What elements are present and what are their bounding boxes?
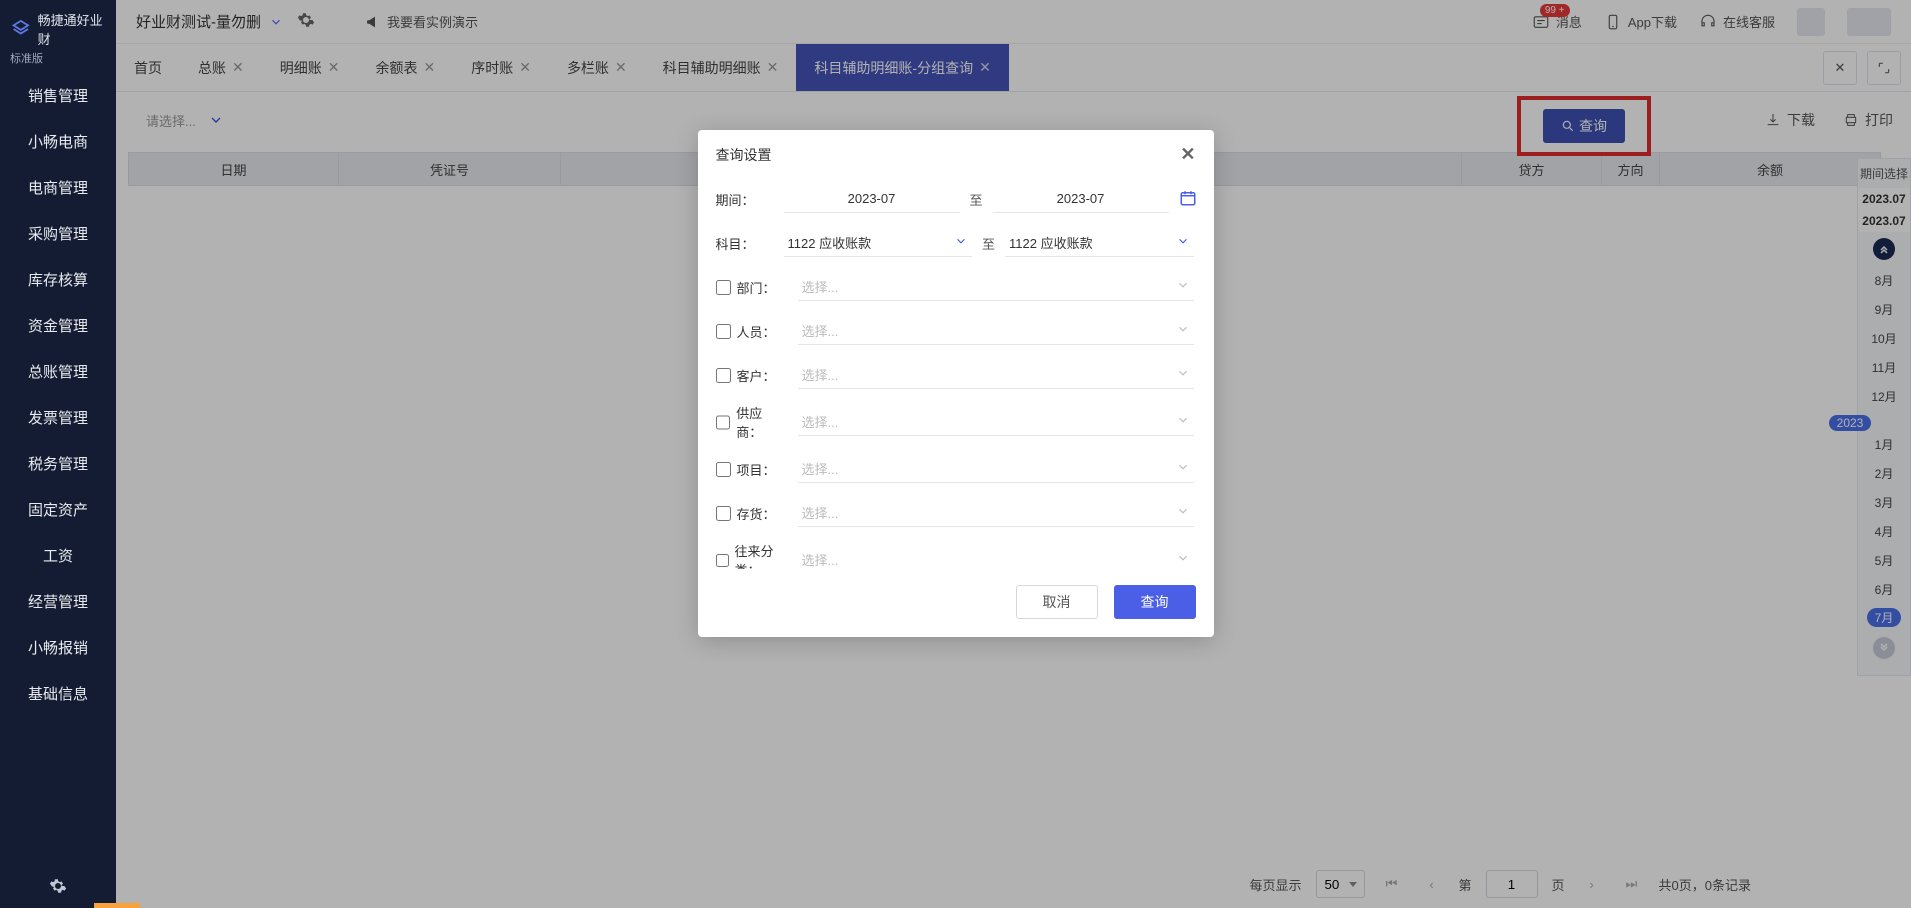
subject-from-select[interactable]: 1122 应收账款: [784, 229, 973, 257]
filter-select[interactable]: 选择...: [798, 273, 1194, 301]
sidebar-item[interactable]: 小畅报销: [0, 624, 116, 670]
sidebar-item[interactable]: 资金管理: [0, 302, 116, 348]
filter-label: 项目：: [737, 460, 776, 479]
sidebar-item[interactable]: 总账管理: [0, 348, 116, 394]
chevron-down-icon: [1176, 551, 1190, 568]
sidebar-item[interactable]: 经营管理: [0, 578, 116, 624]
subject-row: 科目： 1122 应收账款 至 1122 应收账款: [716, 227, 1194, 259]
subject-to-label: 至: [982, 234, 995, 253]
filter-checkbox[interactable]: [716, 506, 731, 521]
filter-row: 人员： 选择...: [716, 315, 1194, 347]
cancel-button[interactable]: 取消: [1016, 585, 1098, 619]
sidebar-item[interactable]: 库存核算: [0, 256, 116, 302]
filter-select[interactable]: 选择...: [798, 499, 1194, 527]
filter-checkbox[interactable]: [716, 462, 731, 477]
filter-select[interactable]: 选择...: [798, 455, 1194, 483]
filter-label: 人员：: [737, 322, 776, 341]
modal-title: 查询设置: [716, 145, 772, 165]
sidebar-item[interactable]: 销售管理: [0, 72, 116, 118]
filter-row: 供应商： 选择...: [716, 403, 1194, 441]
brand-version: 标准版: [0, 50, 116, 72]
filter-select[interactable]: 选择...: [798, 361, 1194, 389]
sidebar: 畅捷通好业财 标准版 销售管理小畅电商电商管理采购管理库存核算资金管理总账管理发…: [0, 0, 116, 908]
chevron-down-icon: [1176, 322, 1190, 339]
filter-checkbox[interactable]: [716, 368, 731, 383]
calendar-icon[interactable]: [1179, 189, 1197, 210]
filter-row: 部门： 选择...: [716, 271, 1194, 303]
period-label: 期间：: [716, 190, 774, 209]
filter-label: 存货：: [737, 504, 776, 523]
sidebar-item[interactable]: 固定资产: [0, 486, 116, 532]
period-to-label: 至: [970, 190, 983, 209]
filter-row: 往来分类： 选择...: [716, 541, 1194, 569]
subject-to-select[interactable]: 1122 应收账款: [1005, 229, 1194, 257]
filter-label: 客户：: [737, 366, 776, 385]
modal-close-button[interactable]: ✕: [1180, 144, 1195, 165]
sidebar-item[interactable]: 采购管理: [0, 210, 116, 256]
settings-gear-icon[interactable]: [0, 877, 116, 898]
sidebar-item[interactable]: 工资: [0, 532, 116, 578]
chevron-down-icon: [1176, 234, 1190, 251]
progress-strip: [94, 903, 140, 908]
filter-row: 项目： 选择...: [716, 453, 1194, 485]
brand-name: 畅捷通好业财: [38, 10, 108, 48]
period-row: 期间： 至: [716, 183, 1194, 215]
filter-row: 客户： 选择...: [716, 359, 1194, 391]
filter-label: 部门：: [737, 278, 776, 297]
chevron-down-icon: [1176, 413, 1190, 430]
filter-checkbox[interactable]: [716, 280, 731, 295]
subject-label: 科目：: [716, 234, 774, 253]
chevron-down-icon: [1176, 504, 1190, 521]
sidebar-item[interactable]: 税务管理: [0, 440, 116, 486]
filter-checkbox[interactable]: [716, 553, 729, 568]
chevron-down-icon: [954, 234, 968, 251]
sidebar-item[interactable]: 基础信息: [0, 670, 116, 716]
filter-select[interactable]: 选择...: [798, 408, 1194, 436]
filter-row: 存货： 选择...: [716, 497, 1194, 529]
query-settings-modal: 查询设置 ✕ 期间： 至 科目： 1122 应收账款 至: [698, 130, 1214, 637]
brand-logo: 畅捷通好业财: [0, 0, 116, 50]
chevron-down-icon: [1176, 460, 1190, 477]
chevron-down-icon: [1176, 278, 1190, 295]
confirm-button[interactable]: 查询: [1114, 585, 1196, 619]
sidebar-item[interactable]: 小畅电商: [0, 118, 116, 164]
filter-label: 供应商：: [736, 403, 787, 441]
sidebar-item[interactable]: 电商管理: [0, 164, 116, 210]
filter-label: 往来分类：: [735, 541, 788, 569]
filter-checkbox[interactable]: [716, 415, 731, 430]
period-to-input[interactable]: [993, 185, 1169, 213]
sidebar-item[interactable]: 发票管理: [0, 394, 116, 440]
filter-checkbox[interactable]: [716, 324, 731, 339]
period-from-input[interactable]: [784, 185, 960, 213]
filter-select[interactable]: 选择...: [798, 546, 1194, 569]
filter-select[interactable]: 选择...: [798, 317, 1194, 345]
chevron-down-icon: [1176, 366, 1190, 383]
